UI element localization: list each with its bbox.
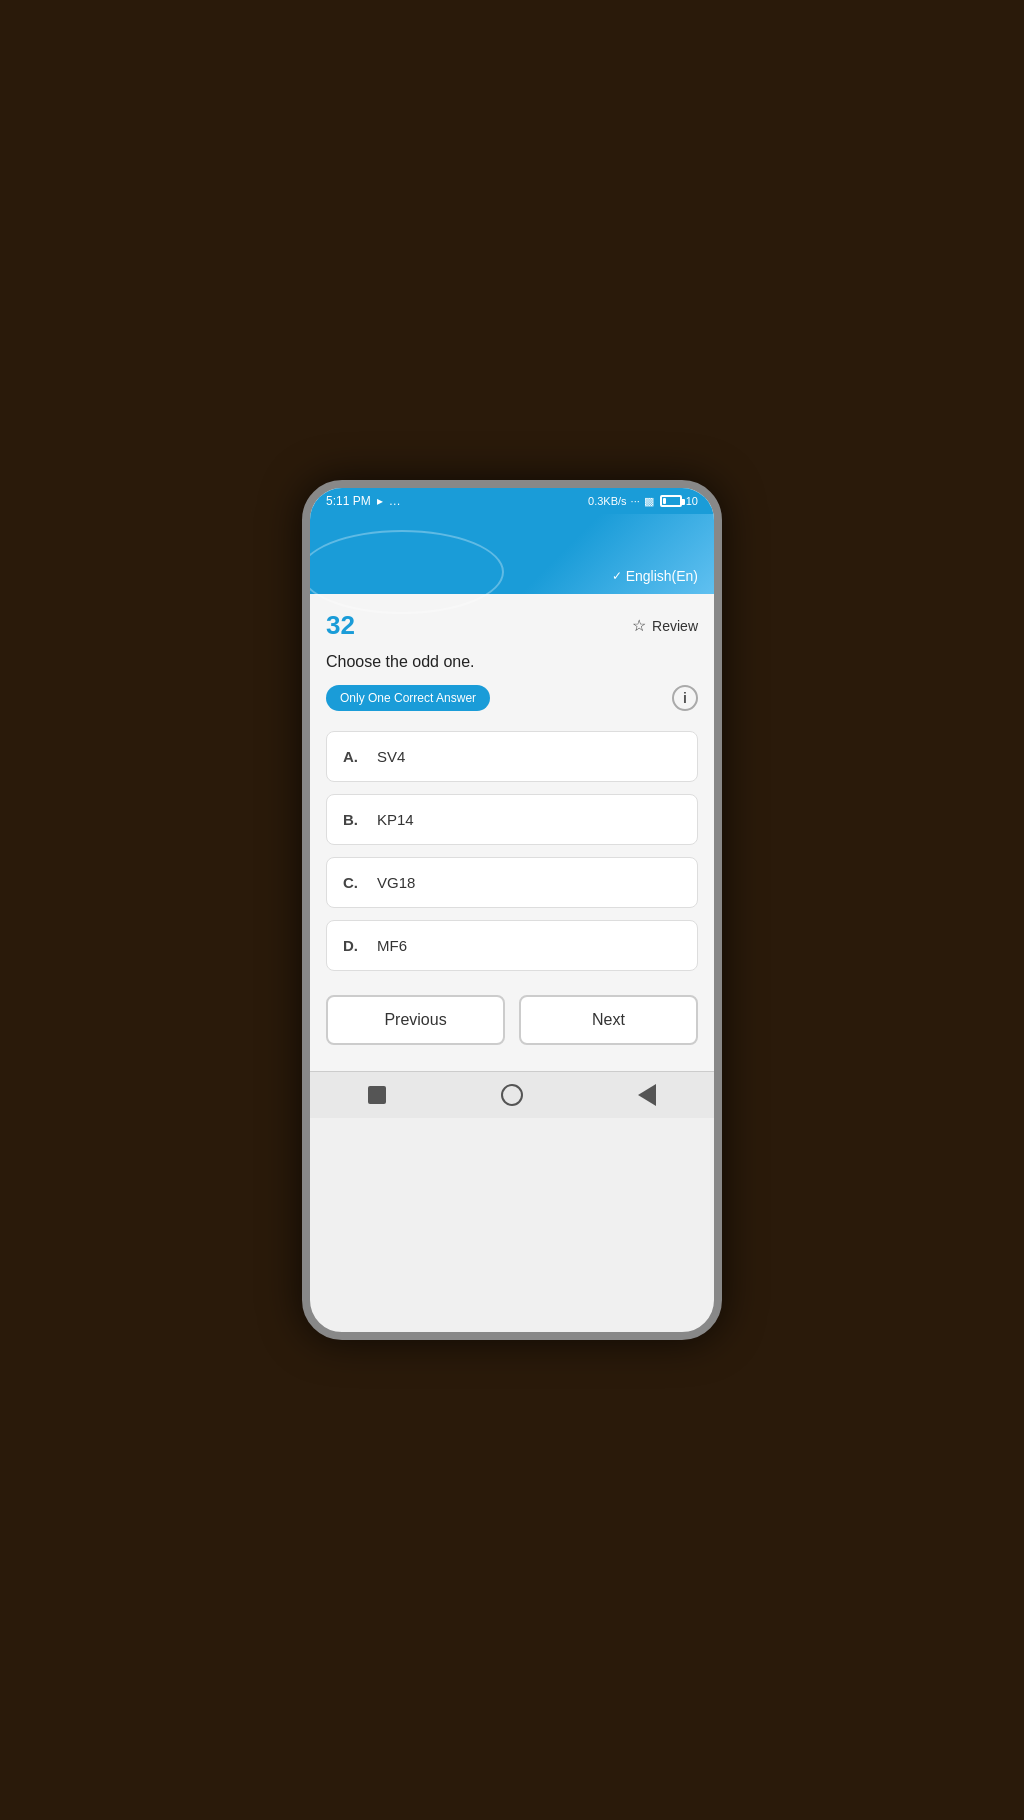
wifi-icon: ∙∙∙ [631, 495, 640, 507]
language-selector[interactable]: ✓ English(En) [612, 568, 698, 584]
option-b-label: B. [343, 811, 363, 828]
bottom-nav [310, 1071, 714, 1118]
star-icon: ☆ [632, 616, 646, 635]
back-triangle-icon[interactable] [638, 1084, 656, 1106]
badge-row: Only One Correct Answer i [326, 685, 698, 711]
info-icon[interactable]: i [672, 685, 698, 711]
nav-buttons: Previous Next [326, 995, 698, 1045]
battery-percent: 10 [686, 495, 698, 507]
signal-bars-icon: ▩ [644, 495, 654, 508]
option-a-value: SV4 [377, 748, 405, 765]
option-d[interactable]: D. MF6 [326, 920, 698, 971]
option-b-value: KP14 [377, 811, 414, 828]
home-circle-icon[interactable] [501, 1084, 523, 1106]
option-b[interactable]: B. KP14 [326, 794, 698, 845]
message-icon: … [389, 494, 401, 508]
options-list: A. SV4 B. KP14 C. VG18 D. MF6 [326, 731, 698, 971]
chevron-down-icon: ✓ [612, 569, 622, 583]
content-area: 32 ☆ Review Choose the odd one. Only One… [310, 594, 714, 1071]
battery-icon [660, 495, 682, 507]
home-square-icon[interactable] [368, 1086, 386, 1104]
time: 5:11 PM [326, 494, 371, 508]
review-label: Review [652, 618, 698, 634]
status-bar: 5:11 PM ▸ … 0.3KB/s ∙∙∙ ▩ 10 [310, 488, 714, 514]
signal-icon: ▸ [377, 494, 383, 508]
header-band: ✓ English(En) [310, 514, 714, 594]
option-c-label: C. [343, 874, 363, 891]
option-d-value: MF6 [377, 937, 407, 954]
previous-button[interactable]: Previous [326, 995, 505, 1045]
option-c-value: VG18 [377, 874, 415, 891]
option-d-label: D. [343, 937, 363, 954]
language-label: English(En) [626, 568, 698, 584]
option-c[interactable]: C. VG18 [326, 857, 698, 908]
option-a[interactable]: A. SV4 [326, 731, 698, 782]
phone-frame: 5:11 PM ▸ … 0.3KB/s ∙∙∙ ▩ 10 ✓ English(E… [302, 480, 722, 1340]
network-speed: 0.3KB/s [588, 495, 627, 507]
question-header: 32 ☆ Review [326, 610, 698, 641]
answer-type-badge: Only One Correct Answer [326, 685, 490, 711]
question-text: Choose the odd one. [326, 653, 698, 671]
review-button[interactable]: ☆ Review [632, 616, 698, 635]
next-button[interactable]: Next [519, 995, 698, 1045]
question-number: 32 [326, 610, 355, 641]
option-a-label: A. [343, 748, 363, 765]
